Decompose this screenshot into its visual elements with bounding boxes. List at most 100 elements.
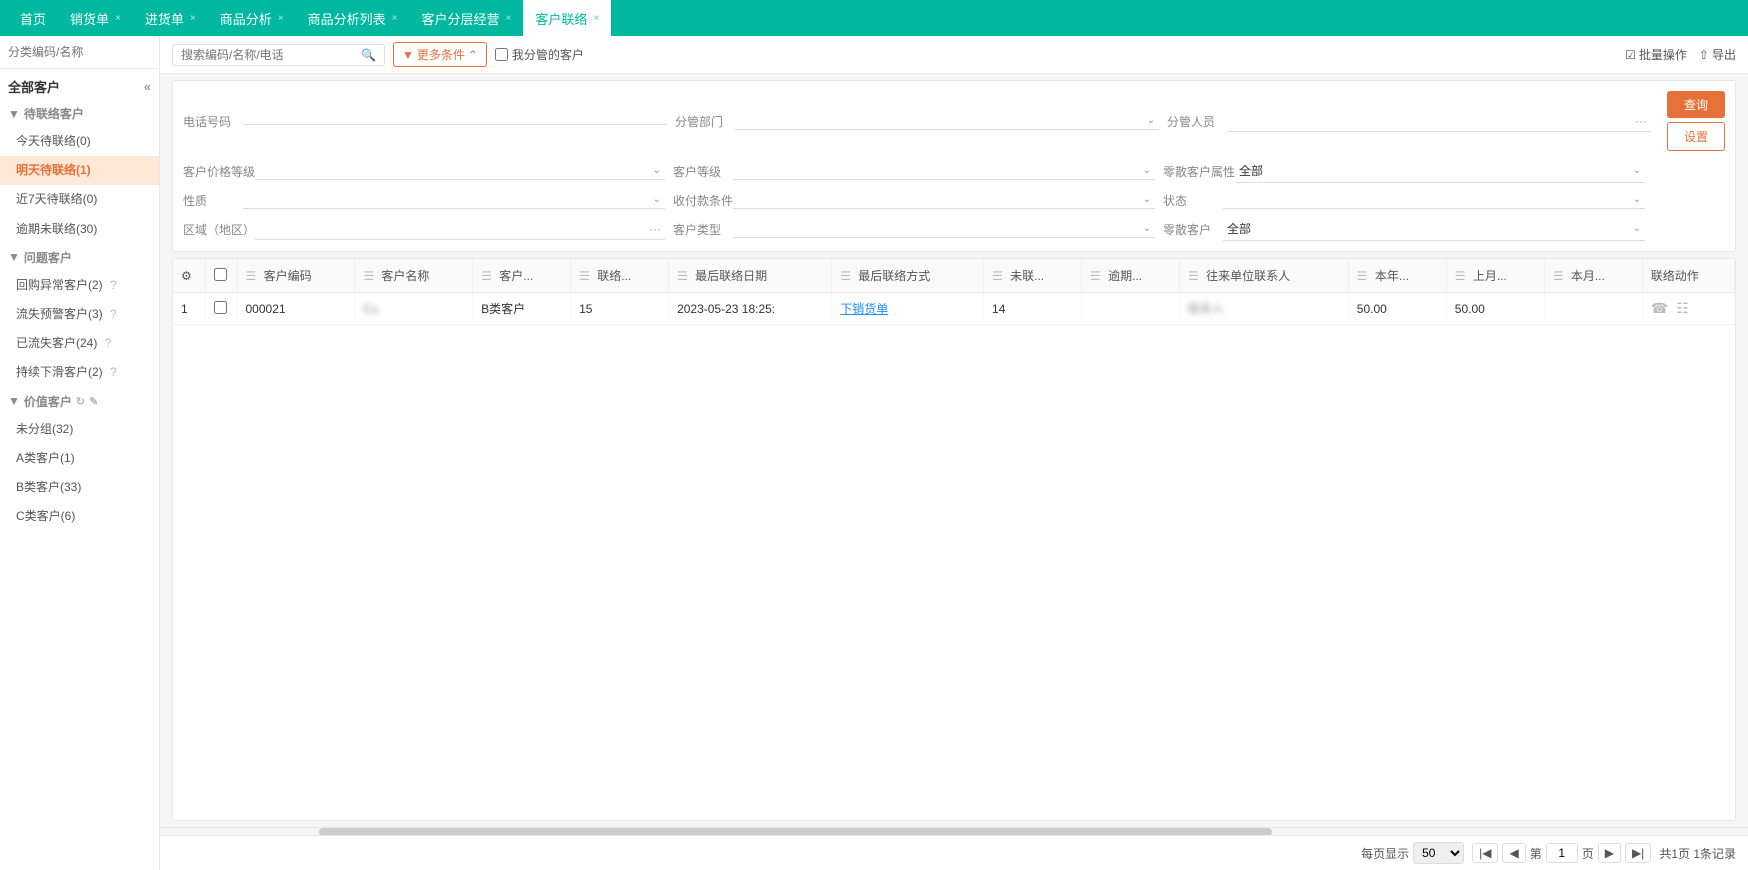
settings-icon[interactable]: ⚙ [181, 269, 192, 283]
per-page-label: 每页显示 [1361, 845, 1409, 862]
page-nav: |◀ ◀ 第 页 ▶ ▶| [1472, 843, 1651, 863]
value-section: ▼ 价值客户 ↻ ✎ [0, 388, 159, 415]
customer-type-field: 客户类型 ⌄ [673, 220, 1155, 238]
page-input[interactable] [1546, 843, 1578, 863]
payment-label: 收付款条件 [673, 192, 733, 209]
nav-product-list[interactable]: 商品分析列表 × [296, 0, 410, 36]
sidebar-item-ungrouped[interactable]: 未分组(32) [0, 415, 159, 444]
col-last-method[interactable]: ☰ 最后联络方式 [832, 259, 984, 293]
payment-input[interactable]: ⌄ [733, 191, 1155, 209]
col-last-month[interactable]: ☰ 上月... [1446, 259, 1544, 293]
col-this-month[interactable]: ☰ 本月... [1544, 259, 1642, 293]
region-input[interactable]: ··· [255, 219, 665, 240]
sidebar-item-declining[interactable]: 持续下滑客户(2) ? [0, 358, 159, 387]
nav-purchase[interactable]: 进货单 × [133, 0, 208, 36]
sidebar-item-today[interactable]: 今天待联络(0) [0, 127, 159, 156]
query-button[interactable]: 查询 [1667, 91, 1725, 118]
collapse-icon[interactable]: « [144, 79, 151, 94]
close-icon[interactable]: × [115, 13, 121, 24]
my-customers-check[interactable] [495, 48, 508, 61]
col-customer-type[interactable]: ☰ 客户... [473, 259, 571, 293]
close-icon[interactable]: × [392, 13, 398, 24]
col-contact-count[interactable]: ☰ 联络... [571, 259, 669, 293]
row-last-method[interactable]: 下销货单 [832, 293, 984, 325]
close-icon[interactable]: × [278, 13, 284, 24]
nav-customer-contact[interactable]: 客户联络 × [523, 0, 611, 36]
row-this-month [1544, 293, 1642, 325]
col-contact-person[interactable]: ☰ 往来单位联系人 [1179, 259, 1348, 293]
close-icon[interactable]: × [190, 13, 196, 24]
table-row: 1 000021 Ea B类客户 15 2023-05-23 18:25: 下销… [173, 293, 1735, 325]
status-input[interactable]: ⌄ [1223, 191, 1645, 209]
batch-ops-button[interactable]: ☑ 批量操作 [1625, 46, 1687, 63]
row-check[interactable] [214, 301, 227, 314]
col-settings[interactable]: ⚙ [173, 259, 205, 293]
retail-attr-input[interactable]: 全部 ⌄ [1235, 159, 1645, 183]
sidebar-item-c-class[interactable]: C类客户(6) [0, 502, 159, 531]
settings-button[interactable]: 设置 [1667, 122, 1725, 151]
grid-action-icon[interactable]: ☷ [1676, 300, 1689, 317]
prev-page-button[interactable]: ◀ [1502, 843, 1525, 863]
sidebar-item-overdue[interactable]: 逾期未联络(30) [0, 215, 159, 244]
col-overdue[interactable]: ☰ 逾期... [1081, 259, 1179, 293]
nav-home[interactable]: 首页 [8, 0, 58, 36]
help-icon[interactable]: ? [110, 365, 117, 379]
next-page-button[interactable]: ▶ [1598, 843, 1621, 863]
phone-input[interactable] [243, 118, 667, 125]
customer-level-input[interactable]: ⌄ [733, 162, 1155, 180]
col-name[interactable]: ☰ 客户名称 [355, 259, 473, 293]
edit-icon[interactable]: ✎ [89, 395, 98, 408]
help-icon[interactable]: ? [110, 278, 117, 292]
first-page-button[interactable]: |◀ [1472, 843, 1498, 863]
pagination: 每页显示 50 100 200 |◀ ◀ 第 页 ▶ ▶| 共1页 1条记录 [160, 835, 1748, 870]
all-customers-header[interactable]: 全部客户 « [0, 69, 159, 100]
export-button[interactable]: ⇧ 导出 [1699, 46, 1736, 63]
last-page-button[interactable]: ▶| [1625, 843, 1651, 863]
col-last-date[interactable]: ☰ 最后联络日期 [669, 259, 832, 293]
all-customers-label: 全部客户 [8, 77, 60, 96]
filter-button[interactable]: ▼ 更多条件 ⌃ [393, 42, 487, 67]
sidebar-item-churned[interactable]: 已流失客户(24) ? [0, 329, 159, 358]
sidebar-item-b-class[interactable]: B类客户(33) [0, 473, 159, 502]
chevron-down-icon: ⌄ [653, 165, 661, 176]
help-icon[interactable]: ? [110, 307, 117, 321]
help-icon[interactable]: ? [105, 336, 112, 350]
col-this-year[interactable]: ☰ 本年... [1348, 259, 1446, 293]
sidebar-search-input[interactable] [8, 45, 160, 59]
close-icon[interactable]: × [505, 13, 511, 24]
retail-customer-input[interactable]: 全部 ⌄ [1223, 217, 1645, 241]
row-checkbox[interactable] [205, 293, 237, 325]
col-no-contact[interactable]: ☰ 未联... [984, 259, 1082, 293]
sidebar-item-7days[interactable]: 近7天待联络(0) [0, 185, 159, 214]
price-level-input[interactable]: ⌄ [255, 162, 665, 180]
per-page-select[interactable]: 50 100 200 [1413, 842, 1464, 864]
select-all-checkbox[interactable] [214, 268, 227, 281]
sidebar-item-churn-warning[interactable]: 流失预警客户(3) ? [0, 300, 159, 329]
my-customers-checkbox[interactable]: 我分管的客户 [495, 46, 584, 63]
sidebar-item-tomorrow[interactable]: 明天待联络(1) [0, 156, 159, 185]
sidebar-item-a-class[interactable]: A类客户(1) [0, 444, 159, 473]
refresh-icon[interactable]: ↻ [76, 395, 85, 408]
col-code[interactable]: ☰ 客户编码 [237, 259, 355, 293]
nav-customer-tier[interactable]: 客户分层经营 × [409, 0, 523, 36]
more-icon: ··· [1635, 114, 1647, 128]
col-checkbox[interactable] [205, 259, 237, 293]
nav-product-analysis[interactable]: 商品分析 × [208, 0, 296, 36]
dept-field: 分管部门 ⌄ [675, 112, 1159, 130]
chevron-down-icon: ⌄ [1633, 194, 1641, 205]
gender-input[interactable]: ⌄ [243, 191, 665, 209]
customer-type-input[interactable]: ⌄ [733, 220, 1155, 238]
close-icon[interactable]: × [593, 13, 599, 24]
search-input[interactable] [181, 48, 361, 62]
dept-input[interactable]: ⌄ [735, 112, 1159, 130]
phone-action-icon[interactable]: ☎ [1651, 300, 1668, 317]
action-icons: ☎ ☷ [1651, 300, 1726, 317]
customer-table: ⚙ ☰ 客户编码 ☰ 客户名称 [173, 259, 1735, 325]
search-button[interactable]: 🔍 [361, 48, 376, 62]
nav-sales[interactable]: 销货单 × [58, 0, 133, 36]
filter-panel: 电话号码 分管部门 ⌄ 分管人员 ··· 查询 设置 [172, 80, 1736, 252]
row-last-month: 50.00 [1446, 293, 1544, 325]
col-icon: ☰ [246, 269, 257, 283]
sidebar-item-repurchase[interactable]: 回购异常客户(2) ? [0, 271, 159, 300]
person-input[interactable]: ··· [1227, 111, 1651, 132]
